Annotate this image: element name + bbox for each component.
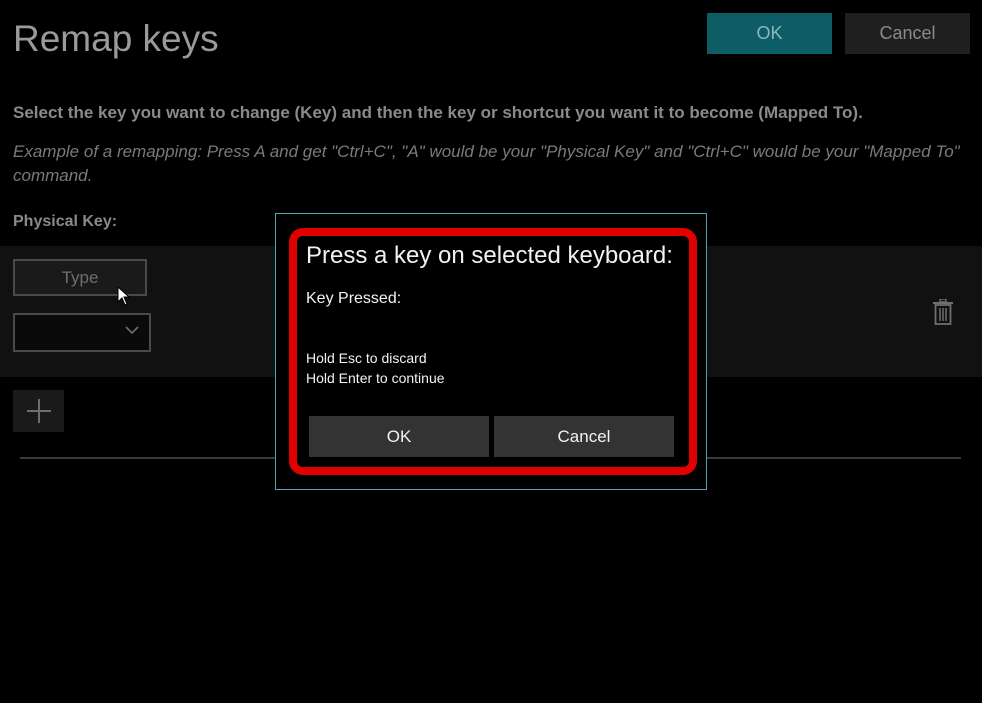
ok-button[interactable]: OK <box>707 13 832 54</box>
key-pressed-label: Key Pressed: <box>306 290 402 307</box>
hint-continue: Hold Enter to continue <box>306 370 445 386</box>
cancel-button[interactable]: Cancel <box>845 13 970 54</box>
instructions-text: Select the key you want to change (Key) … <box>13 103 863 122</box>
dialog-ok-button[interactable]: OK <box>309 416 489 457</box>
physical-key-select[interactable] <box>13 313 151 352</box>
plus-icon <box>26 399 51 423</box>
trash-icon[interactable] <box>932 299 954 325</box>
physical-key-label: Physical Key: <box>13 213 118 230</box>
dialog-cancel-button[interactable]: Cancel <box>494 416 674 457</box>
add-remap-button[interactable] <box>13 390 64 432</box>
dialog-title: Press a key on selected keyboard: <box>306 242 673 269</box>
page-title: Remap keys <box>13 18 219 59</box>
chevron-down-icon <box>125 326 139 335</box>
hint-discard: Hold Esc to discard <box>306 350 427 366</box>
example-text: Example of a remapping: Press A and get … <box>13 142 960 185</box>
mouse-pointer-icon <box>117 286 131 306</box>
